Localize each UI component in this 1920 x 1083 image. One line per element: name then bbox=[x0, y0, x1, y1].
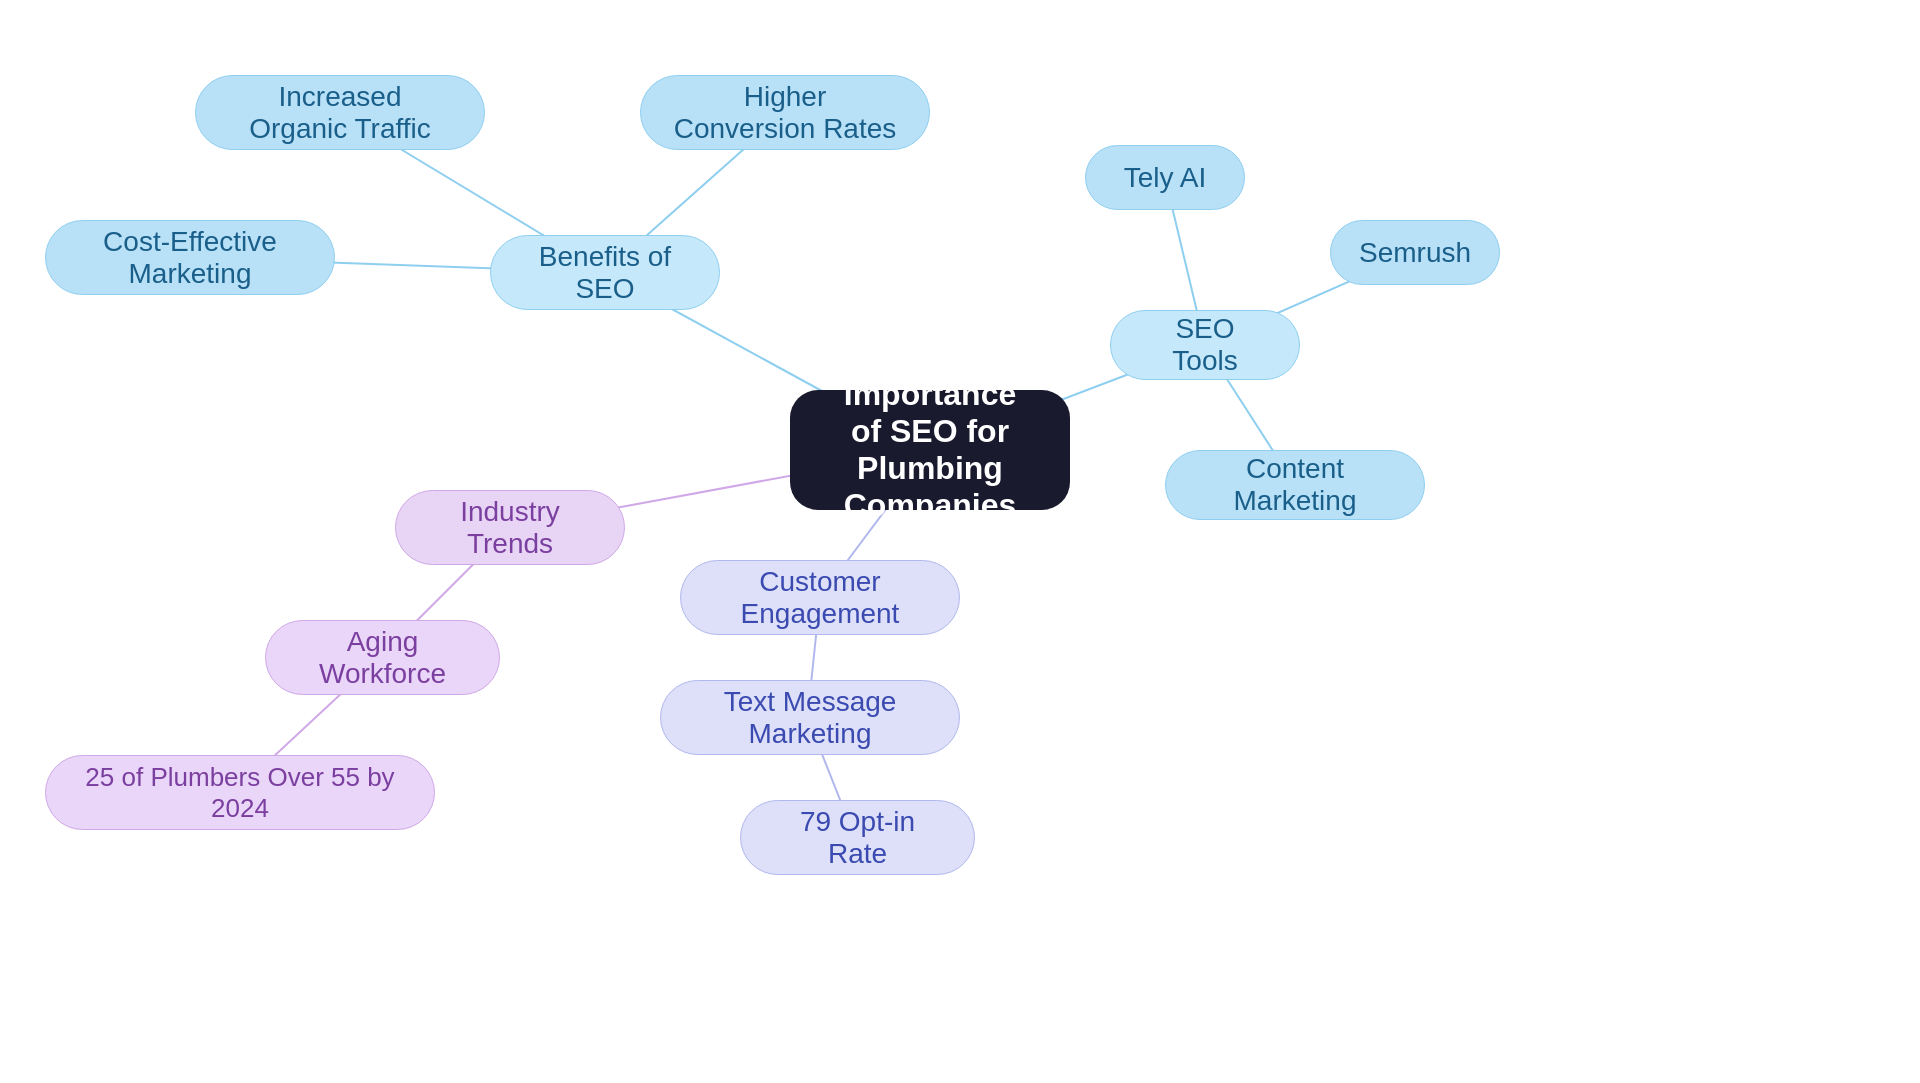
text-message-node[interactable]: Text Message Marketing bbox=[660, 680, 960, 755]
increased-traffic-node[interactable]: Increased Organic Traffic bbox=[195, 75, 485, 150]
customer-engagement-node[interactable]: Customer Engagement bbox=[680, 560, 960, 635]
text-message-label: Text Message Marketing bbox=[691, 686, 929, 750]
content-marketing-node[interactable]: Content Marketing bbox=[1165, 450, 1425, 520]
tely-ai-node[interactable]: Tely AI bbox=[1085, 145, 1245, 210]
seo-tools-node[interactable]: SEO Tools bbox=[1110, 310, 1300, 380]
industry-trends-label: Industry Trends bbox=[426, 496, 594, 560]
content-marketing-label: Content Marketing bbox=[1196, 453, 1394, 517]
center-node[interactable]: Importance of SEO for Plumbing Companies bbox=[790, 390, 1070, 510]
opt-in-node[interactable]: 79 Opt-in Rate bbox=[740, 800, 975, 875]
plumbers-stat-label: 25 of Plumbers Over 55 by 2024 bbox=[76, 762, 404, 824]
cost-effective-label: Cost-Effective Marketing bbox=[76, 226, 304, 290]
tely-ai-label: Tely AI bbox=[1124, 162, 1206, 194]
benefits-seo-node[interactable]: Benefits of SEO bbox=[490, 235, 720, 310]
aging-workforce-label: Aging Workforce bbox=[296, 626, 469, 690]
seo-tools-label: SEO Tools bbox=[1141, 313, 1269, 377]
semrush-label: Semrush bbox=[1359, 237, 1471, 269]
customer-engagement-label: Customer Engagement bbox=[711, 566, 929, 630]
higher-conversion-label: Higher Conversion Rates bbox=[671, 81, 899, 145]
opt-in-label: 79 Opt-in Rate bbox=[771, 806, 944, 870]
higher-conversion-node[interactable]: Higher Conversion Rates bbox=[640, 75, 930, 150]
plumbers-stat-node[interactable]: 25 of Plumbers Over 55 by 2024 bbox=[45, 755, 435, 830]
increased-traffic-label: Increased Organic Traffic bbox=[226, 81, 454, 145]
industry-trends-node[interactable]: Industry Trends bbox=[395, 490, 625, 565]
aging-workforce-node[interactable]: Aging Workforce bbox=[265, 620, 500, 695]
cost-effective-node[interactable]: Cost-Effective Marketing bbox=[45, 220, 335, 295]
semrush-node[interactable]: Semrush bbox=[1330, 220, 1500, 285]
center-label: Importance of SEO for Plumbing Companies bbox=[826, 376, 1034, 524]
benefits-seo-label: Benefits of SEO bbox=[521, 241, 689, 305]
